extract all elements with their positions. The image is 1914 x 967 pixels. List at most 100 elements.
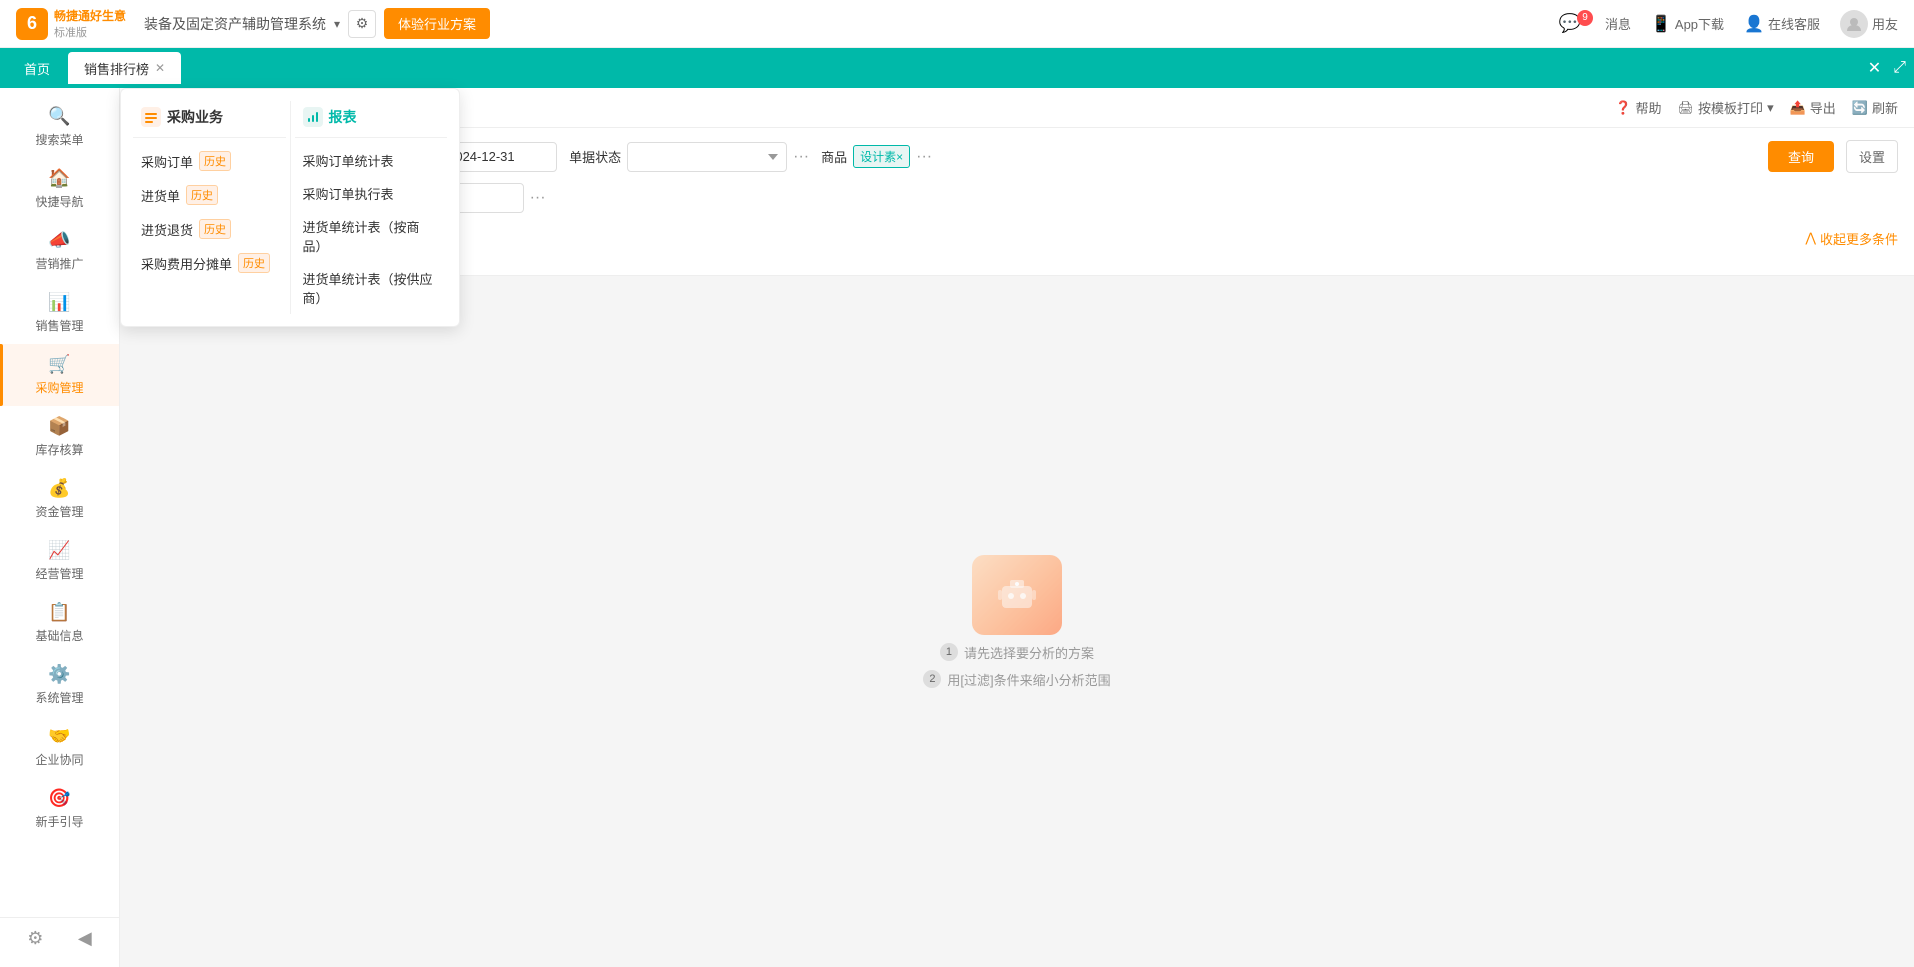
po-hist-badge: 历史	[199, 151, 231, 171]
top-header: 6 畅捷通好生意 标准版 装备及固定资产辅助管理系统 ▾ ⚙ 体验行业方案 💬 …	[0, 0, 1914, 48]
app-download-item[interactable]: 📱 App下载	[1651, 14, 1724, 34]
goods-label: 商品	[821, 147, 847, 166]
filter-goods-group: 商品 设计素× ···	[821, 145, 932, 168]
empty-robot-icon	[972, 555, 1062, 635]
collapse-button[interactable]: ⋀ 收起更多条件	[1805, 229, 1898, 248]
sidebar-item-purchase[interactable]: 🛒 采购管理	[0, 344, 119, 406]
purchase-col-icon	[141, 107, 161, 127]
dropdown-item-expense[interactable]: 采购费用分摊单 历史	[133, 246, 286, 280]
sidebar-label-newbie: 新手引导	[35, 813, 83, 830]
sidebar: 🔍 搜索菜单 🏠 快捷导航 📣 营销推广 📊 销售管理 🛒 采购管理 📦 库存核…	[0, 88, 120, 967]
settings-gear-button[interactable]: ⚙	[348, 10, 376, 38]
tab-sales-rank-label: 销售排行榜	[84, 59, 149, 78]
sidebar-label-purchase: 采购管理	[35, 379, 83, 396]
export-label: 导出	[1810, 98, 1836, 117]
tab-home-label: 首页	[24, 59, 50, 78]
home-icon: 🏠	[48, 168, 70, 189]
po-stat-label: 采购订单统计表	[303, 151, 394, 170]
receipt-hist-badge: 历史	[186, 185, 218, 205]
dropdown-col-purchase-header: 采购业务	[133, 101, 286, 138]
system-dropdown-arrow[interactable]: ▾	[334, 17, 340, 31]
sidebar-item-basic-info[interactable]: 📋 基础信息	[0, 592, 119, 654]
help-icon: ❓	[1615, 100, 1631, 116]
logo-text: 畅捷通好生意 标准版	[54, 7, 126, 40]
empty-hint-2: 2 用[过滤]条件来缩小分析范围	[923, 670, 1110, 689]
print-button[interactable]: 🖨 按模板打印 ▾	[1678, 98, 1774, 117]
search-button[interactable]: 查询	[1768, 141, 1834, 172]
dropdown-col-purchase-title: 采购业务	[167, 107, 223, 127]
collapse-icon: ⋀	[1805, 230, 1816, 246]
dropdown-divider	[290, 101, 291, 314]
dropdown-item-po[interactable]: 采购订单 历史	[133, 144, 286, 178]
receipt-stat-goods-label: 进货单统计表（按商品）	[303, 217, 440, 255]
dropdown-col-purchase: 采购业务 采购订单 历史 进货单 历史 进货退货 历史 采购费用分摊单 历史	[133, 101, 286, 314]
sidebar-item-newbie[interactable]: 🎯 新手引导	[0, 778, 119, 840]
receipt-label: 进货单	[141, 186, 180, 205]
sidebar-item-inventory[interactable]: 📦 库存核算	[0, 406, 119, 468]
sidebar-item-search[interactable]: 🔍 搜索菜单	[0, 96, 119, 158]
export-button[interactable]: 📤 导出	[1790, 98, 1836, 117]
sidebar-item-sales[interactable]: 📊 销售管理	[0, 282, 119, 344]
sidebar-item-marketing[interactable]: 📣 营销推广	[0, 220, 119, 282]
sidebar-settings-icon[interactable]: ⚙	[27, 928, 43, 949]
sidebar-label-collab: 企业协同	[35, 751, 83, 768]
filter-docstatus-group: 单据状态 ···	[569, 142, 809, 172]
empty-hint-1: 1 请先选择要分析的方案	[940, 643, 1094, 662]
empty-hint-2-text: 用[过滤]条件来缩小分析范围	[947, 670, 1110, 689]
sidebar-label-finance: 资金管理	[35, 503, 83, 520]
docstatus-label: 单据状态	[569, 147, 621, 166]
return-hist-badge: 历史	[199, 219, 231, 239]
dropdown-item-receipt-stat-goods[interactable]: 进货单统计表（按商品）	[295, 210, 448, 262]
dropdown-item-receipt[interactable]: 进货单 历史	[133, 178, 286, 212]
sidebar-item-operations[interactable]: 📈 经营管理	[0, 530, 119, 592]
refresh-label: 刷新	[1872, 98, 1898, 117]
sidebar-collapse-icon[interactable]: ◀	[78, 928, 92, 949]
goods-dots[interactable]: ···	[916, 148, 932, 166]
setting-button[interactable]: 设置	[1846, 140, 1898, 173]
help-button[interactable]: ❓ 帮助	[1615, 98, 1661, 117]
message-badge: 9	[1577, 10, 1593, 26]
export-icon: 📤	[1790, 100, 1806, 116]
docstatus-dots[interactable]: ···	[793, 148, 809, 166]
dropdown-item-po-exec[interactable]: 采购订单执行表	[295, 177, 448, 210]
sidebar-item-quicknav[interactable]: 🏠 快捷导航	[0, 158, 119, 220]
tab-sales-rank[interactable]: 销售排行榜 ✕	[68, 52, 181, 84]
report-col-icon	[303, 107, 323, 127]
sidebar-label-sales: 销售管理	[35, 317, 83, 334]
user-item[interactable]: 用友	[1840, 10, 1898, 38]
salesman-dots[interactable]: ···	[530, 189, 546, 207]
industry-btn[interactable]: 体验行业方案	[384, 8, 490, 39]
sidebar-item-system[interactable]: ⚙️ 系统管理	[0, 654, 119, 716]
tab-sales-rank-close[interactable]: ✕	[155, 61, 165, 75]
logo-icon: 6	[16, 8, 48, 40]
basic-info-icon: 📋	[48, 602, 70, 623]
system-title-text: 装备及固定资产辅助管理系统	[144, 14, 326, 34]
app-download-label: App下载	[1675, 14, 1724, 33]
tab-expand-icon[interactable]: ⤢	[1893, 59, 1906, 77]
print-dropdown-icon: ▾	[1767, 100, 1774, 116]
inventory-icon: 📦	[48, 416, 70, 437]
tab-bar-actions: ✕ ⤢	[1868, 58, 1906, 78]
help-label: 帮助	[1636, 98, 1662, 117]
header-right: 💬 9 消息 📱 App下载 👤 在线客服 用友	[1559, 10, 1898, 38]
tab-close-icon[interactable]: ✕	[1868, 58, 1881, 78]
dropdown-col-report: 报表 采购订单统计表 采购订单执行表 进货单统计表（按商品） 进货单统计表（按供…	[295, 101, 448, 314]
sidebar-item-finance[interactable]: 💰 资金管理	[0, 468, 119, 530]
operations-icon: 📈	[48, 540, 70, 561]
sales-icon: 📊	[48, 292, 70, 313]
sidebar-item-collab[interactable]: 🤝 企业协同	[0, 716, 119, 778]
goods-tag-text: 设计素×	[860, 148, 903, 165]
refresh-button[interactable]: 🔄 刷新	[1852, 98, 1898, 117]
collab-icon: 🤝	[48, 726, 70, 747]
dropdown-cols: 采购业务 采购订单 历史 进货单 历史 进货退货 历史 采购费用分摊单 历史	[133, 101, 447, 314]
online-service-item[interactable]: 👤 在线客服	[1744, 14, 1820, 34]
dropdown-col-report-title: 报表	[329, 107, 357, 127]
dropdown-col-report-header: 报表	[295, 101, 448, 138]
dropdown-item-return[interactable]: 进货退货 历史	[133, 212, 286, 246]
docstatus-select[interactable]	[627, 142, 787, 172]
message-item[interactable]: 💬 9 消息	[1559, 13, 1631, 34]
dropdown-item-po-stat[interactable]: 采购订单统计表	[295, 144, 448, 177]
dropdown-item-receipt-stat-supplier[interactable]: 进货单统计表（按供应商）	[295, 262, 448, 314]
collapse-label: 收起更多条件	[1820, 229, 1898, 248]
tab-home[interactable]: 首页	[8, 52, 66, 84]
